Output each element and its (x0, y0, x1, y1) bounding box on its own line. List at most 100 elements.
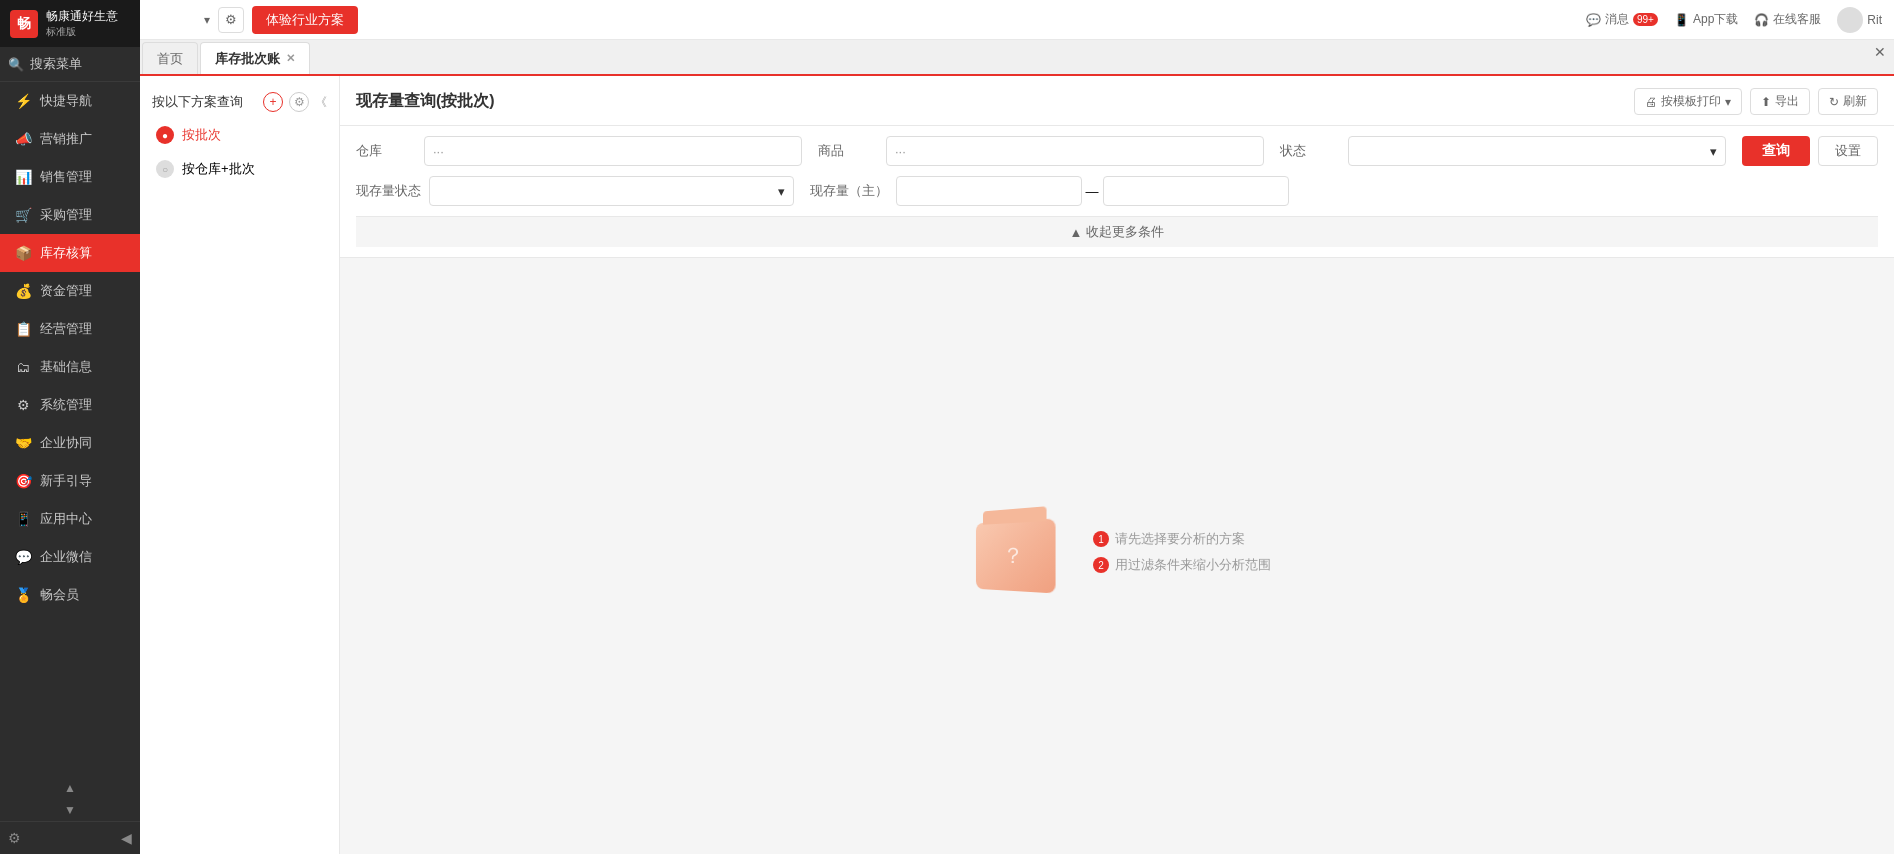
tabbar-close-btn[interactable]: ✕ (1874, 44, 1886, 60)
sidebar-item-inventory[interactable]: 📦 库存核算 (0, 234, 140, 272)
warehouse-input[interactable]: ··· (424, 136, 802, 166)
stock-qty-max-input[interactable] (1103, 176, 1289, 206)
filter-area: 仓库 ··· 商品 ··· 状态 (340, 126, 1894, 258)
inventory-icon: 📦 (14, 245, 32, 261)
sidebar-item-corpwx[interactable]: 💬 企业微信 (0, 538, 140, 576)
topbar-dropdown[interactable]: ▾ (152, 11, 210, 28)
sidebar-item-marketing[interactable]: 📣 营销推广 (0, 120, 140, 158)
warehouse-label: 仓库 (356, 142, 416, 160)
tab-inventory-batch[interactable]: 库存批次账 ✕ (200, 42, 310, 74)
empty-box (976, 518, 1056, 593)
query-btn[interactable]: 查询 (1742, 136, 1810, 166)
sidebar-item-label: 企业微信 (40, 548, 92, 566)
action-buttons: 查询 设置 (1742, 136, 1878, 166)
sidebar-item-member[interactable]: 🏅 畅会员 (0, 576, 140, 614)
scheme-by-batch-label: 按批次 (182, 126, 221, 144)
messages-icon: 💬 (1586, 13, 1601, 27)
warehouse-filter: 仓库 ··· (356, 136, 802, 166)
scheme-inactive-icon: ○ (156, 160, 174, 178)
search-icon: 🔍 (8, 57, 24, 72)
warehouse-dots: ··· (433, 144, 444, 159)
sidebar-item-newguide[interactable]: 🎯 新手引导 (0, 462, 140, 500)
sidebar-item-label: 资金管理 (40, 282, 92, 300)
sidebar-item-label: 快捷导航 (40, 92, 92, 110)
sidebar-scroll-down[interactable]: ▼ (0, 799, 140, 821)
stock-qty-min-input[interactable] (896, 176, 1082, 206)
gear-icon: ⚙ (225, 12, 237, 27)
trial-btn[interactable]: 体验行业方案 (252, 6, 358, 34)
avatar (1837, 7, 1863, 33)
sidebar-item-sales[interactable]: 📊 销售管理 (0, 158, 140, 196)
left-panel-collapse-btn[interactable]: 《 (315, 94, 327, 111)
status-label: 状态 (1280, 142, 1340, 160)
scheme-settings-btn[interactable]: ⚙ (289, 92, 309, 112)
appcenter-icon: 📱 (14, 511, 32, 527)
right-content: 现存量查询(按批次) 🖨 按模板打印 ▾ ⬆ 导出 ↻ (340, 76, 1894, 854)
tab-home-label: 首页 (157, 50, 183, 68)
product-dots: ··· (895, 144, 906, 159)
app-download-label: App下载 (1693, 11, 1738, 28)
sidebar-item-system[interactable]: ⚙ 系统管理 (0, 386, 140, 424)
stock-qty-filter: 现存量（主） — (810, 176, 1289, 206)
tabbar: 首页 库存批次账 ✕ ✕ (140, 40, 1894, 76)
sidebar-item-appcenter[interactable]: 📱 应用中心 (0, 500, 140, 538)
tab-home[interactable]: 首页 (142, 42, 198, 74)
export-btn[interactable]: ⬆ 导出 (1750, 88, 1810, 115)
app-title-group: 畅康通好生意 标准版 (46, 8, 118, 39)
empty-illustration (963, 506, 1063, 606)
user-item[interactable]: Rit (1837, 7, 1882, 33)
status-filter: 状态 ▾ (1280, 136, 1726, 166)
settings-btn[interactable]: 设置 (1818, 136, 1878, 166)
sidebar-item-quicknav[interactable]: ⚡ 快捷导航 (0, 82, 140, 120)
refresh-btn[interactable]: ↻ 刷新 (1818, 88, 1878, 115)
topbar-right: 💬 消息 99+ 📱 App下载 🎧 在线客服 Rit (1586, 7, 1882, 33)
footer-collapse-icon[interactable]: ◀ (121, 830, 132, 846)
tip-num-2: 2 (1093, 557, 1109, 573)
add-scheme-btn[interactable]: + (263, 92, 283, 112)
sidebar-scroll-up[interactable]: ▲ (0, 777, 140, 799)
search-label: 搜索菜单 (30, 55, 82, 73)
tab-close-icon[interactable]: ✕ (286, 52, 295, 65)
topbar-left: ▾ ⚙ 体验行业方案 (152, 6, 358, 34)
page-content: 按以下方案查询 + ⚙ 《 ● 按批次 ○ 按仓库+批次 现存量查询 (140, 76, 1894, 854)
left-panel-actions: + ⚙ 《 (263, 92, 327, 112)
status-select[interactable]: ▾ (1348, 136, 1726, 166)
sidebar-nav: ⚡ 快捷导航 📣 营销推广 📊 销售管理 🛒 采购管理 📦 库存核算 💰 资金管… (0, 82, 140, 777)
sidebar-item-label: 企业协同 (40, 434, 92, 452)
scheme-by-warehouse-batch[interactable]: ○ 按仓库+批次 (140, 152, 339, 186)
messages-badge: 99+ (1633, 13, 1658, 26)
sidebar-item-finance[interactable]: 💰 资金管理 (0, 272, 140, 310)
left-panel: 按以下方案查询 + ⚙ 《 ● 按批次 ○ 按仓库+批次 (140, 76, 340, 854)
empty-state: 1 请先选择要分析的方案 2 用过滤条件来缩小分析范围 (340, 258, 1894, 854)
sidebar-item-label: 库存核算 (40, 244, 92, 262)
newguide-icon: 🎯 (14, 473, 32, 489)
status-chevron-icon: ▾ (1710, 144, 1717, 159)
page-header-top: 现存量查询(按批次) 🖨 按模板打印 ▾ ⬆ 导出 ↻ (356, 88, 1878, 115)
sidebar-item-base[interactable]: 🗂 基础信息 (0, 348, 140, 386)
app-download-item[interactable]: 📱 App下载 (1674, 11, 1738, 28)
print-btn[interactable]: 🖨 按模板打印 ▾ (1634, 88, 1742, 115)
product-input[interactable]: ··· (886, 136, 1264, 166)
messages-item[interactable]: 💬 消息 99+ (1586, 11, 1658, 28)
sidebar-search[interactable]: 🔍 搜索菜单 (0, 47, 140, 82)
tip-text-2: 用过滤条件来缩小分析范围 (1115, 556, 1271, 574)
app-logo: 畅 (10, 10, 38, 38)
sidebar: 畅 畅康通好生意 标准版 🔍 搜索菜单 ⚡ 快捷导航 📣 营销推广 📊 销售管理… (0, 0, 140, 854)
left-panel-title: 按以下方案查询 (152, 93, 243, 111)
sidebar-item-label: 采购管理 (40, 206, 92, 224)
sidebar-item-purchase[interactable]: 🛒 采购管理 (0, 196, 140, 234)
footer-settings-icon[interactable]: ⚙ (8, 830, 21, 846)
stock-status-select[interactable]: ▾ (429, 176, 794, 206)
collapse-more-btn[interactable]: ▲ 收起更多条件 (356, 216, 1878, 247)
sidebar-item-business[interactable]: 📋 经营管理 (0, 310, 140, 348)
main: ▾ ⚙ 体验行业方案 💬 消息 99+ 📱 App下载 🎧 在线客服 (140, 0, 1894, 854)
filter-row-2: 现存量状态 ▾ 现存量（主） — (356, 176, 1878, 206)
topbar-gear-btn[interactable]: ⚙ (218, 7, 244, 33)
scheme-by-batch[interactable]: ● 按批次 (140, 118, 339, 152)
phone-icon: 📱 (1674, 13, 1689, 27)
empty-tips: 1 请先选择要分析的方案 2 用过滤条件来缩小分析范围 (1093, 530, 1271, 582)
online-service-item[interactable]: 🎧 在线客服 (1754, 11, 1821, 28)
collapse-more-label: 收起更多条件 (1086, 223, 1164, 241)
sidebar-item-collab[interactable]: 🤝 企业协同 (0, 424, 140, 462)
product-filter: 商品 ··· (818, 136, 1264, 166)
